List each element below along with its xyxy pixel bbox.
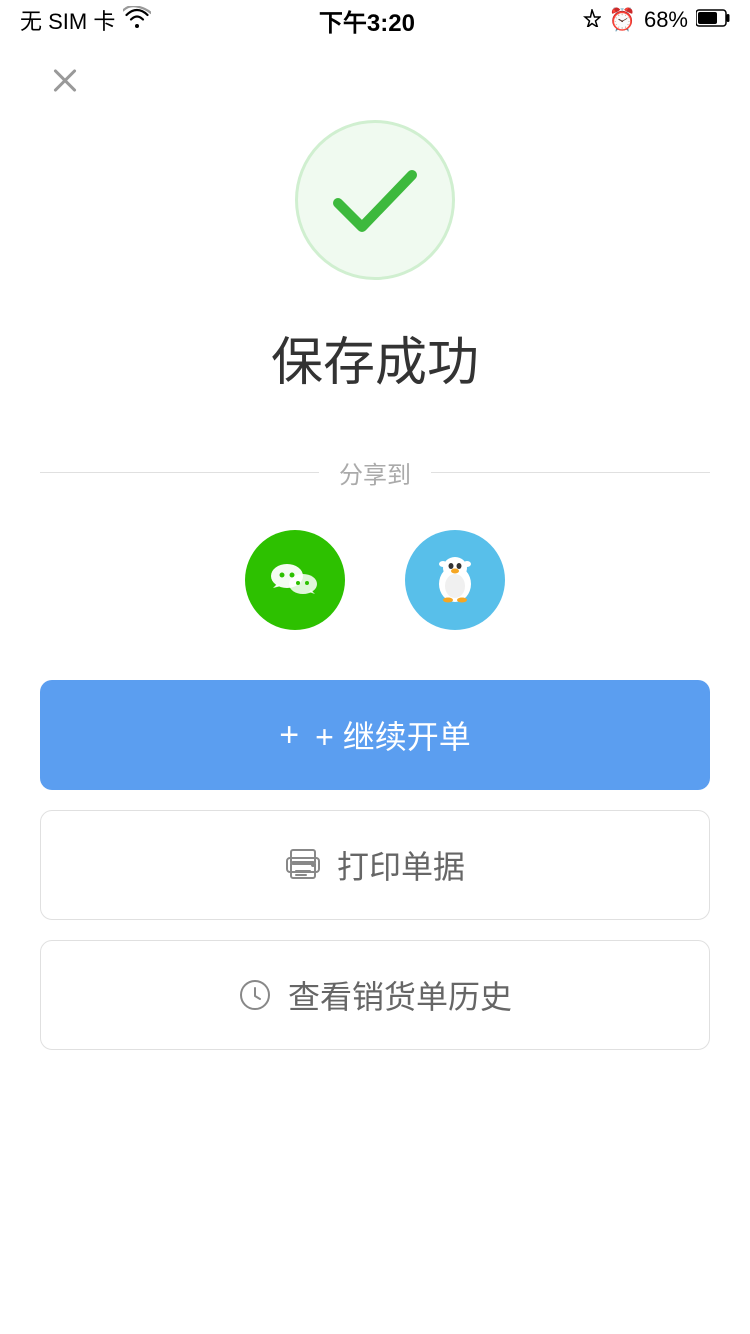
history-button[interactable]: 查看销货单历史 (40, 940, 710, 1050)
alarm-icon: ⏰ (609, 7, 636, 33)
print-button[interactable]: 打印单据 (40, 810, 710, 920)
continue-label: + 继续开单 (315, 712, 471, 758)
plus-icon: + (279, 716, 299, 755)
history-label: 查看销货单历史 (288, 972, 512, 1018)
success-title: 保存成功 (271, 320, 479, 395)
divider-line-right (431, 472, 710, 473)
success-circle (295, 120, 455, 280)
status-time: 下午3:20 (319, 3, 415, 38)
print-icon (285, 848, 321, 882)
close-button[interactable] (40, 55, 90, 105)
share-divider: 分享到 (40, 455, 710, 490)
actions: + + 继续开单 打印单据 (0, 680, 750, 1050)
status-right: ⏰ 68% (583, 7, 730, 33)
status-left: 无 SIM 卡 (20, 4, 151, 36)
location-icon (583, 7, 601, 33)
continue-button[interactable]: + + 继续开单 (40, 680, 710, 790)
no-sim-label: 无 SIM 卡 (20, 4, 115, 36)
qq-share-button[interactable] (405, 530, 505, 630)
share-label: 分享到 (339, 455, 411, 490)
status-bar: 无 SIM 卡 下午3:20 ⏰ 68% (0, 0, 750, 40)
checkmark-icon (330, 165, 420, 235)
history-icon (238, 978, 272, 1012)
main-content: 保存成功 分享到 (0, 40, 750, 1050)
battery-label: 68% (644, 7, 688, 33)
divider-line-left (40, 472, 319, 473)
share-icons (40, 530, 710, 630)
battery-icon (696, 7, 730, 33)
print-label: 打印单据 (337, 842, 465, 888)
wifi-icon (123, 6, 151, 34)
share-section: 分享到 (0, 455, 750, 630)
wechat-share-button[interactable] (245, 530, 345, 630)
